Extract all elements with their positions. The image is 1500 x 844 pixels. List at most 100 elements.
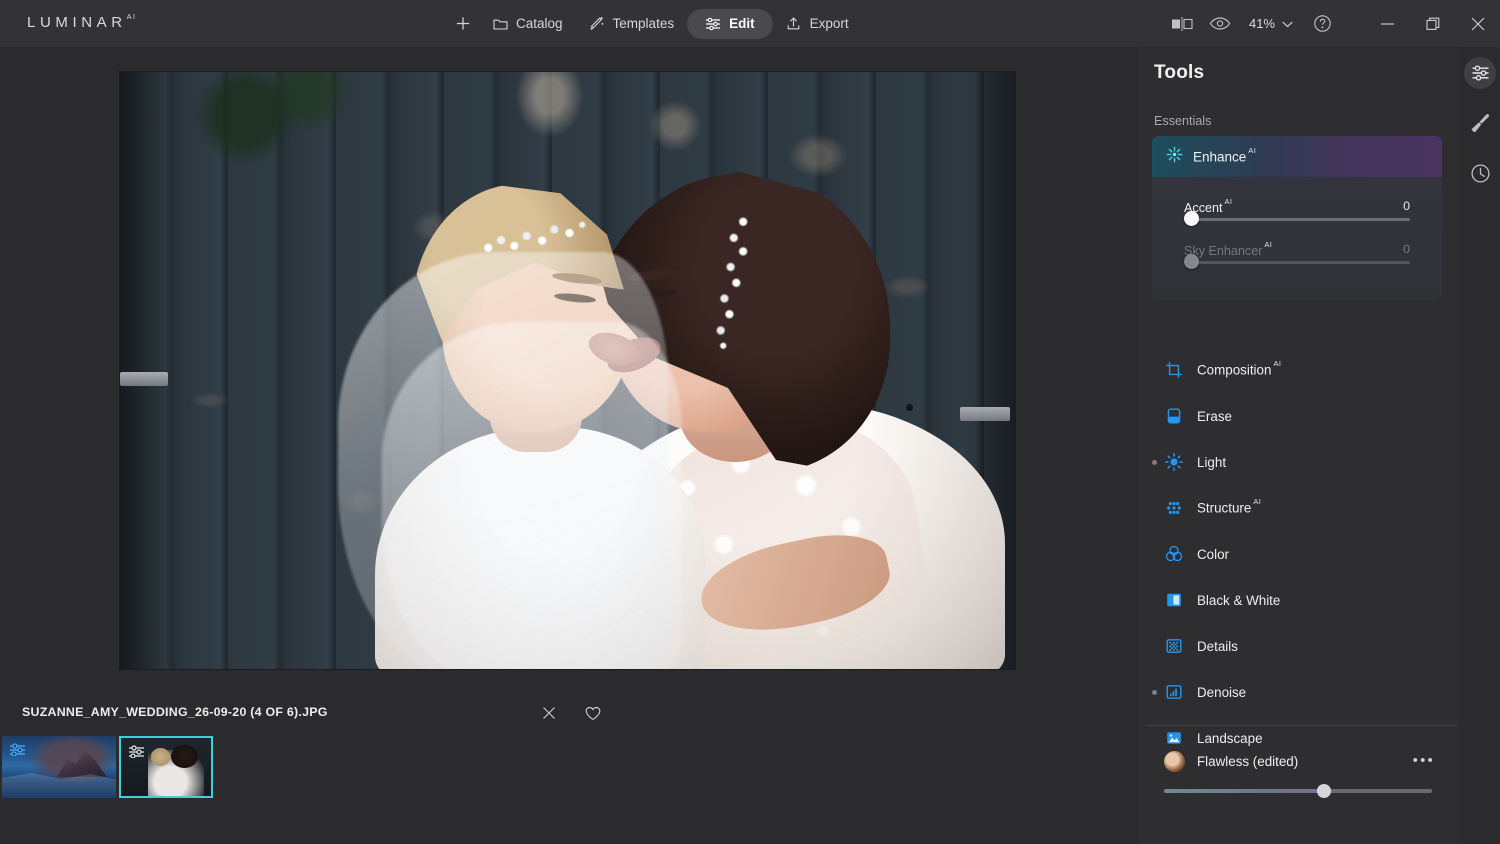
header-right-controls: 41% (1163, 0, 1500, 47)
app-header: LUMINARAI Catalog Templates Edit Export … (0, 0, 1500, 47)
plus-icon (455, 16, 471, 32)
sidebar-item-label: Details (1197, 638, 1238, 654)
eye-icon[interactable] (1201, 0, 1239, 47)
current-filename: SUZANNE_AMY_WEDDING_26-09-20 (4 OF 6).JP… (22, 705, 328, 719)
flawless-slider-knob[interactable] (1317, 784, 1331, 798)
wedding-ring (820, 628, 827, 635)
slider-sky-enhancer-track[interactable] (1184, 261, 1410, 264)
section-label-essentials: Essentials (1154, 114, 1212, 128)
minimize-icon[interactable] (1365, 0, 1410, 47)
folder-icon (492, 16, 508, 32)
sidebar-item-details[interactable]: Details (1139, 623, 1459, 669)
help-circle-icon[interactable] (1303, 0, 1341, 47)
details-grid-icon (1164, 636, 1184, 656)
photo-hinge-right (960, 407, 1010, 421)
slider-accent-track[interactable] (1184, 218, 1410, 221)
color-circles-icon (1164, 544, 1184, 564)
tab-templates-label: Templates (612, 16, 675, 31)
accent-ai-superscript: AI (1224, 196, 1233, 206)
sliders-icon (7, 741, 29, 757)
sliders-icon (705, 16, 721, 32)
sliders-icon (126, 743, 148, 759)
chevron-down-icon (1282, 16, 1293, 31)
tab-catalog[interactable]: Catalog (479, 9, 576, 39)
sidebar-item-label: Light (1197, 454, 1227, 470)
slider-sky-enhancer-knob[interactable] (1184, 254, 1199, 269)
composition-ai-superscript: AI (1273, 359, 1282, 369)
structure-dots-icon (1164, 498, 1184, 518)
sidebar-item-denoise[interactable]: Denoise (1139, 669, 1459, 715)
tab-edit[interactable]: Edit (687, 8, 773, 39)
eraser-icon (1164, 406, 1184, 426)
sidebar-item-light[interactable]: Light (1139, 439, 1459, 485)
magic-wand-icon (589, 16, 605, 32)
crop-icon (1164, 360, 1184, 380)
enhance-label-text: Enhance (1193, 149, 1247, 165)
sidebar-item-black-and-white[interactable]: Black & White (1139, 577, 1459, 623)
sidebar-item-label: Composition AI (1197, 359, 1282, 378)
window-controls (1365, 0, 1500, 47)
slider-sky-enhancer[interactable]: Sky Enhancer AI 0 (1184, 239, 1410, 269)
page-title: Tools (1154, 62, 1205, 83)
flawless-label: Flawless (edited) (1197, 754, 1299, 769)
flawless-slider-track[interactable] (1164, 789, 1432, 793)
more-options-icon[interactable]: ••• (1413, 753, 1435, 768)
slider-accent-knob[interactable] (1184, 211, 1199, 226)
sidebar-item-label: Denoise (1197, 684, 1247, 700)
edited-photo (120, 72, 1015, 669)
sidebar-item-label: Color (1197, 546, 1229, 562)
sidebar-item-label: Structure AI (1197, 497, 1262, 516)
structure-label-text: Structure (1197, 500, 1252, 516)
enhance-ai-card: Enhance AI Accent AI 0 Sky Enhancer AI 0 (1152, 136, 1442, 300)
bridal-veil-layer (382, 322, 682, 669)
add-photos-button[interactable] (447, 9, 479, 39)
composition-label-text: Composition (1197, 362, 1272, 378)
close-icon[interactable] (538, 702, 560, 724)
sidebar-item-composition[interactable]: Composition AI (1139, 347, 1459, 393)
sidebar-item-erase[interactable]: Erase (1139, 393, 1459, 439)
slider-accent[interactable]: Accent AI 0 (1184, 196, 1410, 226)
zoom-level-control[interactable]: 41% (1239, 0, 1303, 47)
tab-export[interactable]: Export (773, 9, 862, 39)
flawless-header[interactable]: Flawless (edited) (1164, 751, 1298, 772)
sun-icon (1164, 452, 1184, 472)
tab-catalog-label: Catalog (516, 16, 563, 31)
main-navigation: Catalog Templates Edit Export (447, 0, 862, 47)
sidebar-item-structure[interactable]: Structure AI (1139, 485, 1459, 531)
black-white-icon (1164, 590, 1184, 610)
app-logo: LUMINARAI (27, 14, 137, 31)
list-item[interactable] (2, 736, 116, 798)
modified-indicator-dot (1152, 689, 1157, 695)
photo-viewport[interactable] (120, 72, 1015, 669)
sidebar-item-label: Black & White (1197, 592, 1281, 608)
right-tool-rail (1459, 47, 1500, 844)
adjustments-icon[interactable] (1464, 57, 1496, 89)
tool-header-enhance[interactable]: Enhance AI (1152, 136, 1442, 177)
brush-icon[interactable] (1464, 107, 1496, 139)
sidebar-item-label: Erase (1197, 408, 1232, 424)
sky-enhancer-ai-superscript: AI (1264, 239, 1273, 249)
restore-icon[interactable] (1410, 0, 1455, 47)
zoom-level-value: 41% (1248, 16, 1275, 31)
list-item[interactable] (119, 736, 213, 798)
heart-icon[interactable] (582, 702, 604, 724)
enhance-sparkle-icon (1166, 146, 1183, 168)
photo-actions (538, 702, 604, 724)
close-icon[interactable] (1455, 0, 1500, 47)
enhance-ai-superscript: AI (1248, 145, 1257, 155)
tool-label-enhance: Enhance AI (1193, 145, 1257, 165)
tab-export-label: Export (809, 16, 849, 31)
thumbnail-hair-blonde (150, 748, 171, 766)
denoise-icon (1164, 682, 1184, 702)
panel-divider (1145, 725, 1457, 726)
structure-ai-superscript: AI (1253, 497, 1262, 507)
filmstrip (0, 734, 1139, 844)
sidebar-item-color[interactable]: Color (1139, 531, 1459, 577)
modified-indicator-dot (1152, 459, 1157, 465)
slider-sky-enhancer-value: 0 (1403, 242, 1410, 256)
compare-view-icon[interactable] (1163, 0, 1201, 47)
photo-knob (906, 404, 913, 411)
filename-bar: SUZANNE_AMY_WEDDING_26-09-20 (4 OF 6).JP… (0, 697, 1139, 731)
history-clock-icon[interactable] (1464, 157, 1496, 189)
tab-templates[interactable]: Templates (576, 9, 688, 39)
